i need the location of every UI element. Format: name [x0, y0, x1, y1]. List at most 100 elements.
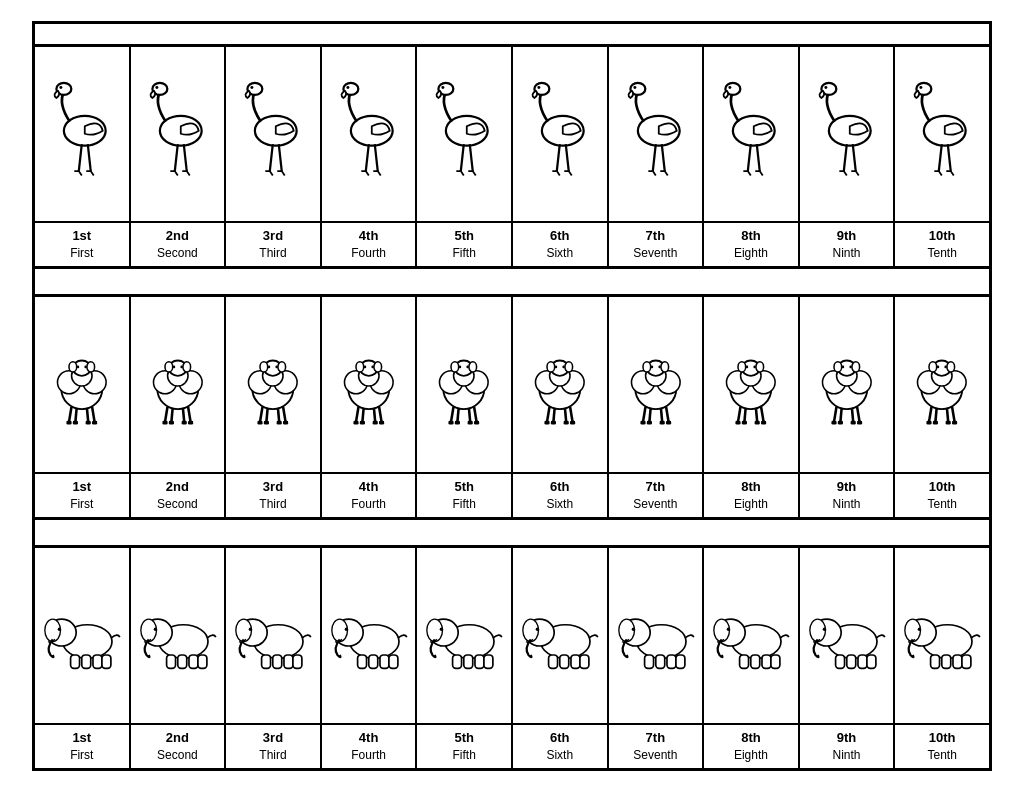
label-cell-6: 6thSixth	[513, 725, 609, 768]
animal-cell-3	[226, 548, 322, 723]
svg-rect-219	[952, 420, 957, 424]
label-cell-4: 4thFourth	[322, 223, 418, 266]
animal-cell-9	[800, 548, 896, 723]
label-cell-6: 6thSixth	[513, 223, 609, 266]
label-cell-5: 5thFifth	[417, 725, 513, 768]
label-cell-4: 4thFourth	[322, 474, 418, 517]
animal-cell-2	[131, 548, 227, 723]
svg-point-175	[756, 361, 764, 371]
svg-rect-297	[942, 655, 951, 668]
svg-rect-256	[453, 655, 462, 668]
svg-line-215	[952, 406, 955, 421]
svg-rect-64	[73, 420, 78, 424]
svg-point-143	[562, 365, 565, 368]
svg-line-28	[557, 144, 560, 171]
svg-rect-97	[258, 420, 263, 424]
svg-line-198	[857, 406, 860, 421]
svg-line-49	[948, 144, 951, 171]
animal-cell-4	[322, 47, 418, 222]
animal-cell-9	[800, 47, 896, 222]
animal-cell-5	[417, 297, 513, 472]
svg-line-39	[757, 144, 760, 171]
svg-line-24	[470, 144, 473, 171]
svg-rect-250	[380, 655, 389, 668]
svg-line-145	[553, 408, 554, 422]
svg-line-94	[267, 408, 268, 422]
svg-point-92	[276, 365, 279, 368]
svg-line-164	[666, 406, 669, 421]
animal-cell-6	[513, 548, 609, 723]
svg-point-194	[849, 365, 852, 368]
svg-line-60	[75, 408, 76, 422]
svg-rect-227	[102, 655, 111, 668]
svg-rect-298	[953, 655, 962, 668]
animal-cell-7	[609, 548, 705, 723]
svg-point-75	[180, 365, 183, 368]
svg-line-19	[375, 144, 378, 171]
svg-rect-201	[850, 420, 855, 424]
animal-cell-8	[704, 548, 800, 723]
svg-rect-283	[771, 655, 780, 668]
label-cell-1: 1stFirst	[35, 223, 131, 266]
svg-rect-115	[360, 420, 365, 424]
svg-line-212	[929, 406, 932, 421]
svg-rect-291	[867, 655, 876, 668]
svg-rect-82	[181, 420, 186, 424]
svg-point-109	[371, 365, 374, 368]
svg-line-146	[565, 408, 566, 422]
label-cell-1: 1stFirst	[35, 474, 131, 517]
svg-line-162	[649, 408, 650, 422]
svg-line-130	[474, 406, 477, 421]
svg-line-180	[756, 408, 757, 422]
svg-rect-148	[544, 420, 549, 424]
svg-rect-296	[931, 655, 940, 668]
svg-rect-264	[549, 655, 558, 668]
svg-rect-149	[551, 420, 556, 424]
svg-point-141	[565, 361, 573, 371]
svg-rect-217	[933, 420, 938, 424]
label-cell-10: 10thTenth	[895, 725, 989, 768]
svg-rect-265	[560, 655, 569, 668]
animal-cell-3	[226, 297, 322, 472]
svg-rect-258	[475, 655, 484, 668]
svg-rect-134	[474, 420, 479, 424]
svg-rect-274	[667, 655, 676, 668]
flamingo-label-row: 1stFirst2ndSecond3rdThird4thFourth5thFif…	[35, 223, 989, 266]
svg-rect-100	[283, 420, 288, 424]
svg-line-44	[853, 144, 856, 171]
svg-line-59	[69, 406, 72, 421]
svg-line-110	[356, 406, 359, 421]
svg-rect-202	[857, 420, 862, 424]
page-title	[35, 24, 989, 47]
svg-rect-299	[962, 655, 971, 668]
svg-rect-242	[284, 655, 293, 668]
svg-rect-83	[188, 420, 193, 424]
svg-point-107	[374, 361, 382, 371]
svg-rect-226	[93, 655, 102, 668]
animal-cell-5	[417, 47, 513, 222]
svg-rect-185	[761, 420, 766, 424]
svg-point-73	[183, 361, 191, 371]
svg-rect-66	[92, 420, 97, 424]
svg-point-174	[738, 361, 746, 371]
svg-rect-233	[177, 655, 186, 668]
svg-line-4	[88, 144, 91, 171]
svg-point-90	[278, 361, 286, 371]
svg-line-113	[379, 406, 382, 421]
label-cell-8: 8thEighth	[704, 223, 800, 266]
flamingo-animal-row	[35, 47, 989, 224]
svg-line-144	[547, 406, 550, 421]
svg-point-89	[260, 361, 268, 371]
svg-rect-200	[838, 420, 843, 424]
svg-line-178	[738, 406, 741, 421]
svg-line-79	[188, 406, 191, 421]
animal-cell-10	[895, 47, 989, 222]
label-cell-6: 6thSixth	[513, 474, 609, 517]
svg-rect-133	[468, 420, 473, 424]
svg-point-223	[58, 627, 61, 630]
svg-rect-288	[835, 655, 844, 668]
animal-cell-1	[35, 297, 131, 472]
animal-cell-4	[322, 297, 418, 472]
svg-line-161	[643, 406, 646, 421]
svg-rect-282	[762, 655, 771, 668]
